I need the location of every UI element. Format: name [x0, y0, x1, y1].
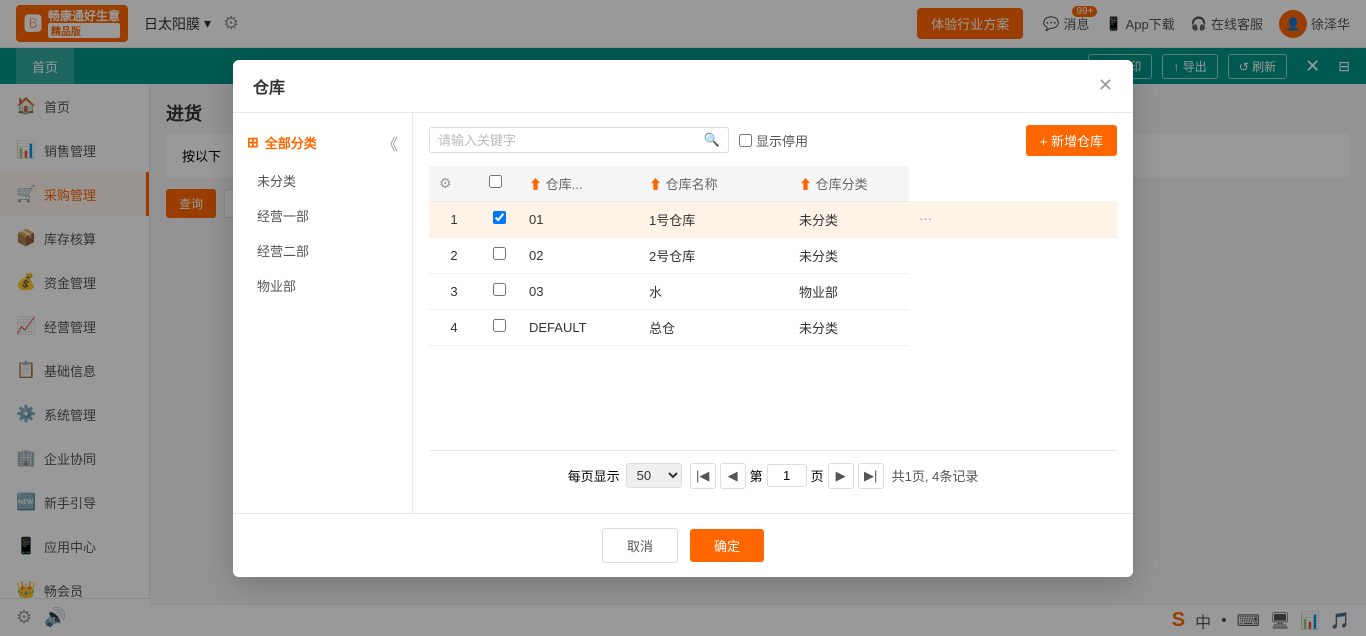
- select-all-checkbox[interactable]: [489, 175, 502, 188]
- dialog-header: 仓库 ✕: [233, 60, 1133, 113]
- cell-idx: 1: [429, 201, 479, 237]
- search-box: 🔍: [429, 127, 729, 153]
- show-disabled-label: 显示停用: [756, 131, 808, 150]
- show-disabled-checkbox[interactable]: 显示停用: [739, 131, 808, 150]
- property-label: 物业部: [257, 279, 296, 294]
- cell-idx: 4: [429, 309, 479, 345]
- gear-icon[interactable]: ⚙: [439, 175, 452, 191]
- dialog-title: 仓库: [253, 74, 285, 98]
- row-checkbox[interactable]: [493, 247, 506, 260]
- collapse-icon[interactable]: 《: [382, 131, 398, 155]
- dialog-footer: 取消 确定: [233, 513, 1133, 577]
- modal-overlay[interactable]: 仓库 ✕ ⊞ 全部分类 《 未分类 经营一部: [0, 0, 1366, 636]
- th-checkbox: [479, 166, 519, 202]
- table-row[interactable]: 1 01 1号仓库 未分类 ···: [429, 201, 1117, 237]
- cell-action[interactable]: ···: [909, 201, 1117, 237]
- page-label: 页: [811, 466, 824, 485]
- row-checkbox[interactable]: [493, 211, 506, 224]
- table-row[interactable]: 2 02 2号仓库 未分类: [429, 237, 1117, 273]
- category-sidebar: ⊞ 全部分类 《 未分类 经营一部 经营二部 物业部: [233, 113, 413, 513]
- ops2-label: 经营二部: [257, 244, 309, 259]
- cell-code: 01: [519, 201, 639, 237]
- category-header: ⊞ 全部分类 《: [233, 123, 412, 163]
- search-icon[interactable]: 🔍: [704, 132, 720, 148]
- prev-page-button[interactable]: ◀: [720, 463, 746, 489]
- dialog-close-button[interactable]: ✕: [1098, 75, 1113, 96]
- cell-name: 1号仓库: [639, 201, 789, 237]
- table-toolbar: 🔍 显示停用 + 新增仓库: [429, 125, 1117, 156]
- table-row[interactable]: 3 03 水 物业部: [429, 273, 1117, 309]
- category-item-unclassified[interactable]: 未分类: [233, 163, 412, 198]
- cell-category: 物业部: [789, 273, 909, 309]
- cell-name: 水: [639, 273, 789, 309]
- page-size-group: 每页显示 20 50 100: [568, 463, 682, 488]
- cell-checkbox[interactable]: [479, 201, 519, 237]
- th-code[interactable]: ⬆ 仓库...: [519, 166, 639, 202]
- cell-category: 未分类: [789, 201, 909, 237]
- cell-name: 2号仓库: [639, 237, 789, 273]
- grid-icon: ⊞: [247, 134, 259, 151]
- page-info: 共1页, 4条记录: [892, 466, 979, 485]
- search-input[interactable]: [438, 133, 698, 148]
- cell-category: 未分类: [789, 309, 909, 345]
- table-row[interactable]: 4 DEFAULT 总仓 未分类: [429, 309, 1117, 345]
- sort-icon: ⬆: [529, 177, 542, 192]
- cell-checkbox[interactable]: [479, 273, 519, 309]
- dialog-body: ⊞ 全部分类 《 未分类 经营一部 经营二部 物业部: [233, 113, 1133, 513]
- all-categories-button[interactable]: ⊞ 全部分类: [247, 133, 317, 152]
- show-disabled-input[interactable]: [739, 134, 752, 147]
- next-page-button[interactable]: ▶: [828, 463, 854, 489]
- th-settings: ⚙: [429, 166, 479, 202]
- page-size-select[interactable]: 20 50 100: [626, 463, 682, 488]
- first-page-button[interactable]: |◀: [690, 463, 716, 489]
- last-page-button[interactable]: ▶|: [858, 463, 884, 489]
- cell-checkbox[interactable]: [479, 309, 519, 345]
- ops1-label: 经营一部: [257, 209, 309, 224]
- all-categories-label: 全部分类: [265, 133, 317, 152]
- page-nav: |◀ ◀ 第 页 ▶ ▶|: [690, 463, 884, 489]
- page-label-pre: 第: [750, 466, 763, 485]
- confirm-button[interactable]: 确定: [690, 529, 764, 562]
- cell-idx: 3: [429, 273, 479, 309]
- cancel-button[interactable]: 取消: [602, 528, 678, 563]
- cell-idx: 2: [429, 237, 479, 273]
- page-number-input[interactable]: [767, 464, 807, 487]
- th-name[interactable]: ⬆ 仓库名称: [639, 166, 789, 202]
- unclassified-label: 未分类: [257, 174, 296, 189]
- row-checkbox[interactable]: [493, 283, 506, 296]
- cell-code: 03: [519, 273, 639, 309]
- cell-name: 总仓: [639, 309, 789, 345]
- sort-cat-icon: ⬆: [799, 177, 812, 192]
- category-item-property[interactable]: 物业部: [233, 268, 412, 303]
- warehouse-dialog: 仓库 ✕ ⊞ 全部分类 《 未分类 经营一部: [233, 60, 1133, 577]
- sort-name-icon: ⬆: [649, 177, 662, 192]
- cell-code: DEFAULT: [519, 309, 639, 345]
- per-page-label: 每页显示: [568, 466, 620, 485]
- category-item-ops2[interactable]: 经营二部: [233, 233, 412, 268]
- category-item-ops1[interactable]: 经营一部: [233, 198, 412, 233]
- cell-checkbox[interactable]: [479, 237, 519, 273]
- th-category[interactable]: ⬆ 仓库分类: [789, 166, 909, 202]
- add-warehouse-button[interactable]: + 新增仓库: [1026, 125, 1117, 156]
- pagination: 每页显示 20 50 100 |◀ ◀ 第 页 ▶: [429, 450, 1117, 501]
- cell-code: 02: [519, 237, 639, 273]
- cell-category: 未分类: [789, 237, 909, 273]
- warehouse-table: ⚙ ⬆ 仓库... ⬆ 仓库名称: [429, 166, 1117, 346]
- row-checkbox[interactable]: [493, 319, 506, 332]
- table-area: 🔍 显示停用 + 新增仓库 ⚙: [413, 113, 1133, 513]
